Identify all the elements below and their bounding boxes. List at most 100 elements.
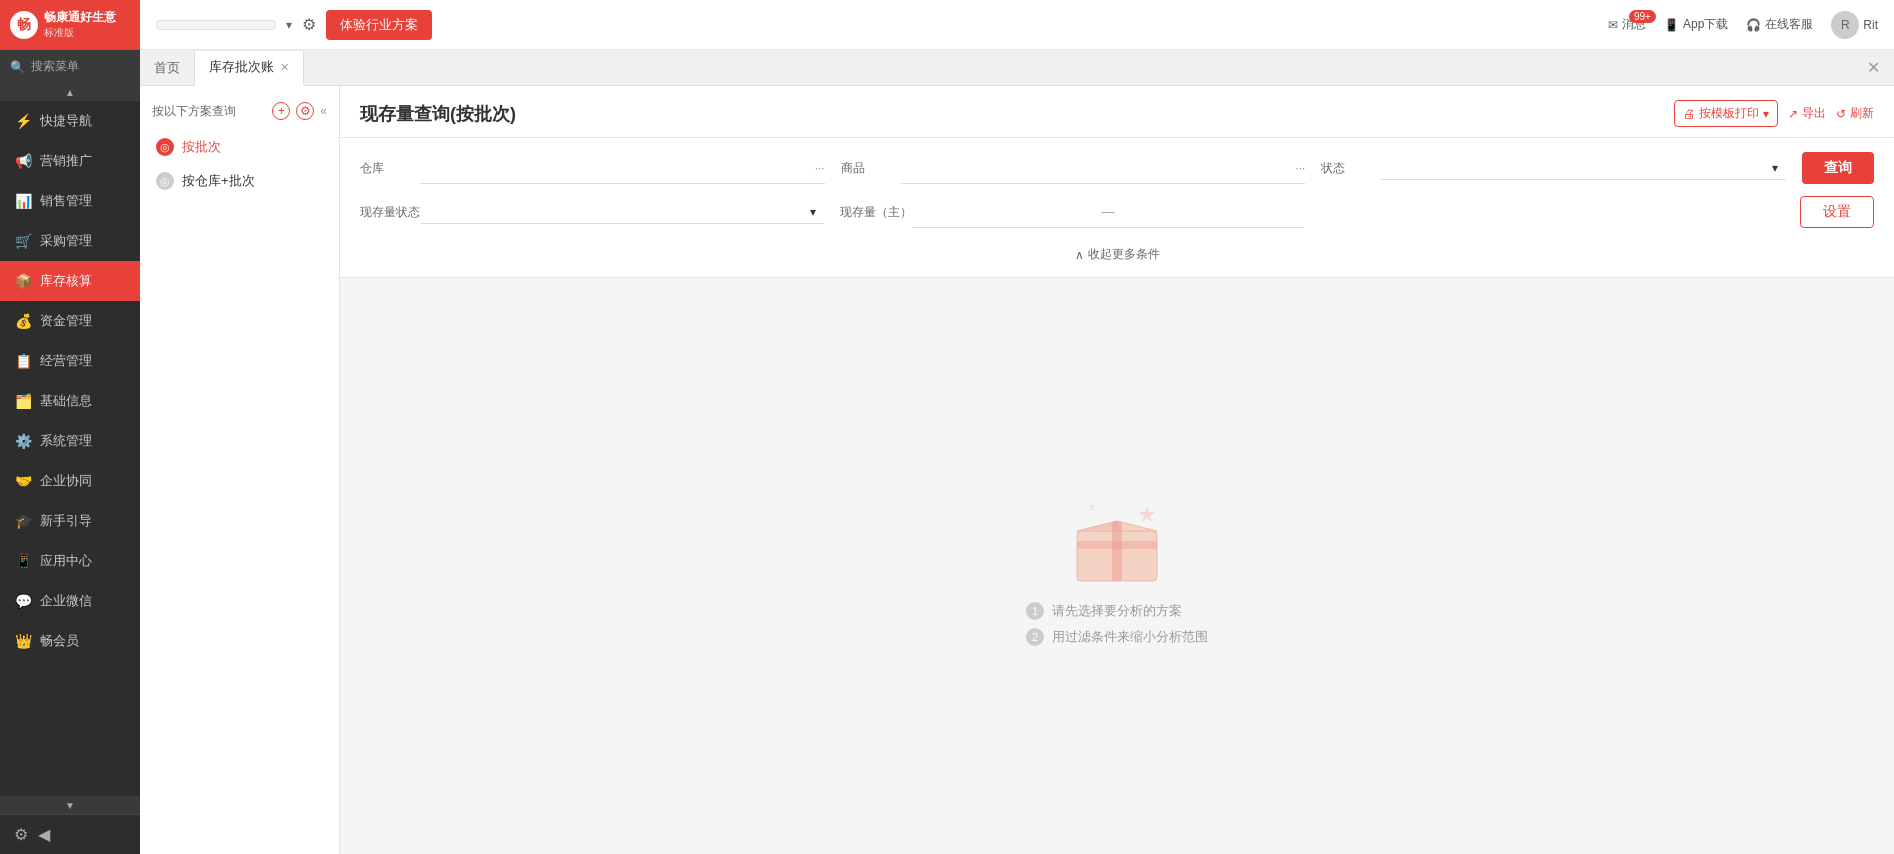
sidebar-bottom: ⚙ ◀	[0, 814, 140, 854]
close-all-tabs-button[interactable]: ✕	[1853, 58, 1894, 77]
sidebar-item-system[interactable]: ⚙️ 系统管理	[0, 421, 140, 461]
trial-industry-button[interactable]: 体验行业方案	[326, 10, 432, 40]
messages-item[interactable]: ✉ 消息 99+	[1608, 16, 1646, 33]
company-name: 畅康通好生意	[44, 10, 116, 26]
online-service-item[interactable]: 🎧 在线客服	[1746, 16, 1813, 33]
plan-item-batch[interactable]: ◎ 按批次	[140, 130, 339, 164]
sidebar-item-operations[interactable]: 📋 经营管理	[0, 341, 140, 381]
stock-qty-max-input[interactable]	[1119, 201, 1305, 223]
empty-step1-label: 请先选择要分析的方案	[1052, 602, 1182, 620]
collapse-more-button[interactable]: ∧ 收起更多条件	[360, 240, 1874, 263]
sidebar-nav: ⚡ 快捷导航 📢 营销推广 📊 销售管理 🛒 采购管理 📦 库存核算 💰 资金管…	[0, 101, 140, 796]
marketing-icon: 📢	[14, 152, 32, 170]
sidebar-item-enterprise[interactable]: 🤝 企业协同	[0, 461, 140, 501]
svg-marker-4	[1087, 501, 1097, 511]
settings-icon[interactable]: ⚙	[14, 825, 28, 844]
topbar-search-box	[156, 20, 276, 30]
print-dropdown-icon[interactable]: ▾	[1763, 107, 1769, 121]
tab-batch-account[interactable]: 库存批次账 ✕	[195, 51, 304, 86]
svg-marker-3	[1139, 506, 1155, 522]
stock-qty-filter-group: 现存量（主） —	[840, 197, 1304, 228]
sidebar-item-wechat[interactable]: 💬 企业微信	[0, 581, 140, 621]
query-button[interactable]: 查询	[1802, 152, 1874, 184]
collapse-icon: ∧	[1075, 248, 1084, 262]
sidebar-item-quick-nav[interactable]: ⚡ 快捷导航	[0, 101, 140, 141]
app-download-item[interactable]: 📱 App下载	[1664, 16, 1728, 33]
product-more-icon[interactable]: ···	[1295, 161, 1305, 175]
product-filter-group: 商品 ···	[841, 153, 1306, 184]
svg-rect-1	[1112, 521, 1122, 581]
topbar-dropdown-icon[interactable]: ▾	[286, 18, 292, 32]
product-input-wrapper: ···	[901, 153, 1306, 184]
app-download-icon: 📱	[1664, 18, 1679, 32]
avatar: R	[1831, 11, 1859, 39]
member-icon: 👑	[14, 632, 32, 650]
step-num-2: 2	[1026, 628, 1044, 646]
plan-item-warehouse-batch[interactable]: ◎ 按仓库+批次	[140, 164, 339, 198]
newbie-icon: 🎓	[14, 512, 32, 530]
stock-qty-range-wrapper: —	[912, 197, 1304, 228]
tab-close-icon[interactable]: ✕	[280, 61, 289, 74]
collapse-panel-button[interactable]: «	[320, 104, 327, 118]
sidebar-scroll-up[interactable]: ▲	[0, 83, 140, 101]
collapse-sidebar-icon[interactable]: ◀	[38, 825, 50, 844]
print-button[interactable]: 🖨 按模板打印 ▾	[1674, 100, 1778, 127]
left-panel: 按以下方案查询 + ⚙ « ◎ 按批次 ◎ 按仓库+批次	[140, 86, 340, 854]
app-icon: 📱	[14, 552, 32, 570]
empty-step-1: 1 请先选择要分析的方案	[1026, 602, 1208, 620]
add-plan-button[interactable]: +	[272, 102, 290, 120]
tabbar: 首页 库存批次账 ✕ ✕	[140, 50, 1894, 86]
sidebar-item-label: 应用中心	[40, 552, 92, 570]
sidebar-item-purchase[interactable]: 🛒 采购管理	[0, 221, 140, 261]
user-name: Rit	[1863, 18, 1878, 32]
topbar-right: ✉ 消息 99+ 📱 App下载 🎧 在线客服 R Rit	[1608, 11, 1878, 39]
topbar-gear-icon[interactable]: ⚙	[302, 15, 316, 34]
status-filter-group: 状态 ▾	[1321, 157, 1786, 180]
refresh-button[interactable]: ↺ 刷新	[1836, 105, 1874, 122]
quick-nav-icon: ⚡	[14, 112, 32, 130]
sidebar-item-sales[interactable]: 📊 销售管理	[0, 181, 140, 221]
service-icon: 🎧	[1746, 18, 1761, 32]
status-select[interactable]: ▾	[1381, 157, 1786, 180]
sidebar-item-basic[interactable]: 🗂️ 基础信息	[0, 381, 140, 421]
sidebar-header: 畅 畅康通好生意 标准版	[0, 0, 140, 50]
tab-home[interactable]: 首页	[140, 50, 195, 85]
stock-qty-min-input[interactable]	[912, 201, 1098, 223]
purchase-icon: 🛒	[14, 232, 32, 250]
tab-batch-label: 库存批次账	[209, 58, 274, 76]
plan-settings-button[interactable]: ⚙	[296, 102, 314, 120]
sidebar-item-marketing[interactable]: 📢 营销推广	[0, 141, 140, 181]
sidebar-item-label: 新手引导	[40, 512, 92, 530]
filter-area: 仓库 ··· 商品 ··· 状态	[340, 138, 1894, 278]
topbar: ▾ ⚙ 体验行业方案 ✉ 消息 99+ 📱 App下载 🎧 在线客服 R	[140, 0, 1894, 50]
sidebar-item-label: 资金管理	[40, 312, 92, 330]
export-button[interactable]: ↗ 导出	[1788, 105, 1826, 122]
message-icon: ✉	[1608, 18, 1618, 32]
search-menu-label: 搜索菜单	[31, 58, 79, 75]
warehouse-more-icon[interactable]: ···	[815, 161, 825, 175]
page-header: 现存量查询(按批次) 🖨 按模板打印 ▾ ↗ 导出 ↺ 刷新	[340, 86, 1894, 138]
sidebar-item-finance[interactable]: 💰 资金管理	[0, 301, 140, 341]
sidebar-item-inventory[interactable]: 📦 库存核算	[0, 261, 140, 301]
product-input[interactable]	[901, 157, 1292, 179]
sidebar-item-newbie[interactable]: 🎓 新手引导	[0, 501, 140, 541]
finance-icon: 💰	[14, 312, 32, 330]
sidebar-item-app[interactable]: 📱 应用中心	[0, 541, 140, 581]
operations-icon: 📋	[14, 352, 32, 370]
stock-status-dropdown-icon: ▾	[810, 205, 816, 219]
sidebar-search[interactable]: 🔍 搜索菜单	[0, 50, 140, 83]
user-item[interactable]: R Rit	[1831, 11, 1878, 39]
wechat-icon: 💬	[14, 592, 32, 610]
warehouse-input-wrapper: ···	[420, 153, 825, 184]
main-content: ▾ ⚙ 体验行业方案 ✉ 消息 99+ 📱 App下载 🎧 在线客服 R	[140, 0, 1894, 854]
stock-qty-label: 现存量（主）	[840, 204, 912, 221]
inventory-icon: 📦	[14, 272, 32, 290]
settings-button[interactable]: 设置	[1800, 196, 1874, 228]
warehouse-input[interactable]	[420, 157, 811, 179]
sidebar-item-label: 销售管理	[40, 192, 92, 210]
stock-status-select[interactable]: ▾	[420, 201, 824, 224]
sidebar-scroll-down[interactable]: ▼	[0, 796, 140, 814]
sidebar-item-member[interactable]: 👑 畅会员	[0, 621, 140, 661]
empty-state: 1 请先选择要分析的方案 2 用过滤条件来缩小分析范围	[340, 278, 1894, 854]
sidebar: 畅 畅康通好生意 标准版 🔍 搜索菜单 ▲ ⚡ 快捷导航 📢 营销推广 📊 销售…	[0, 0, 140, 854]
